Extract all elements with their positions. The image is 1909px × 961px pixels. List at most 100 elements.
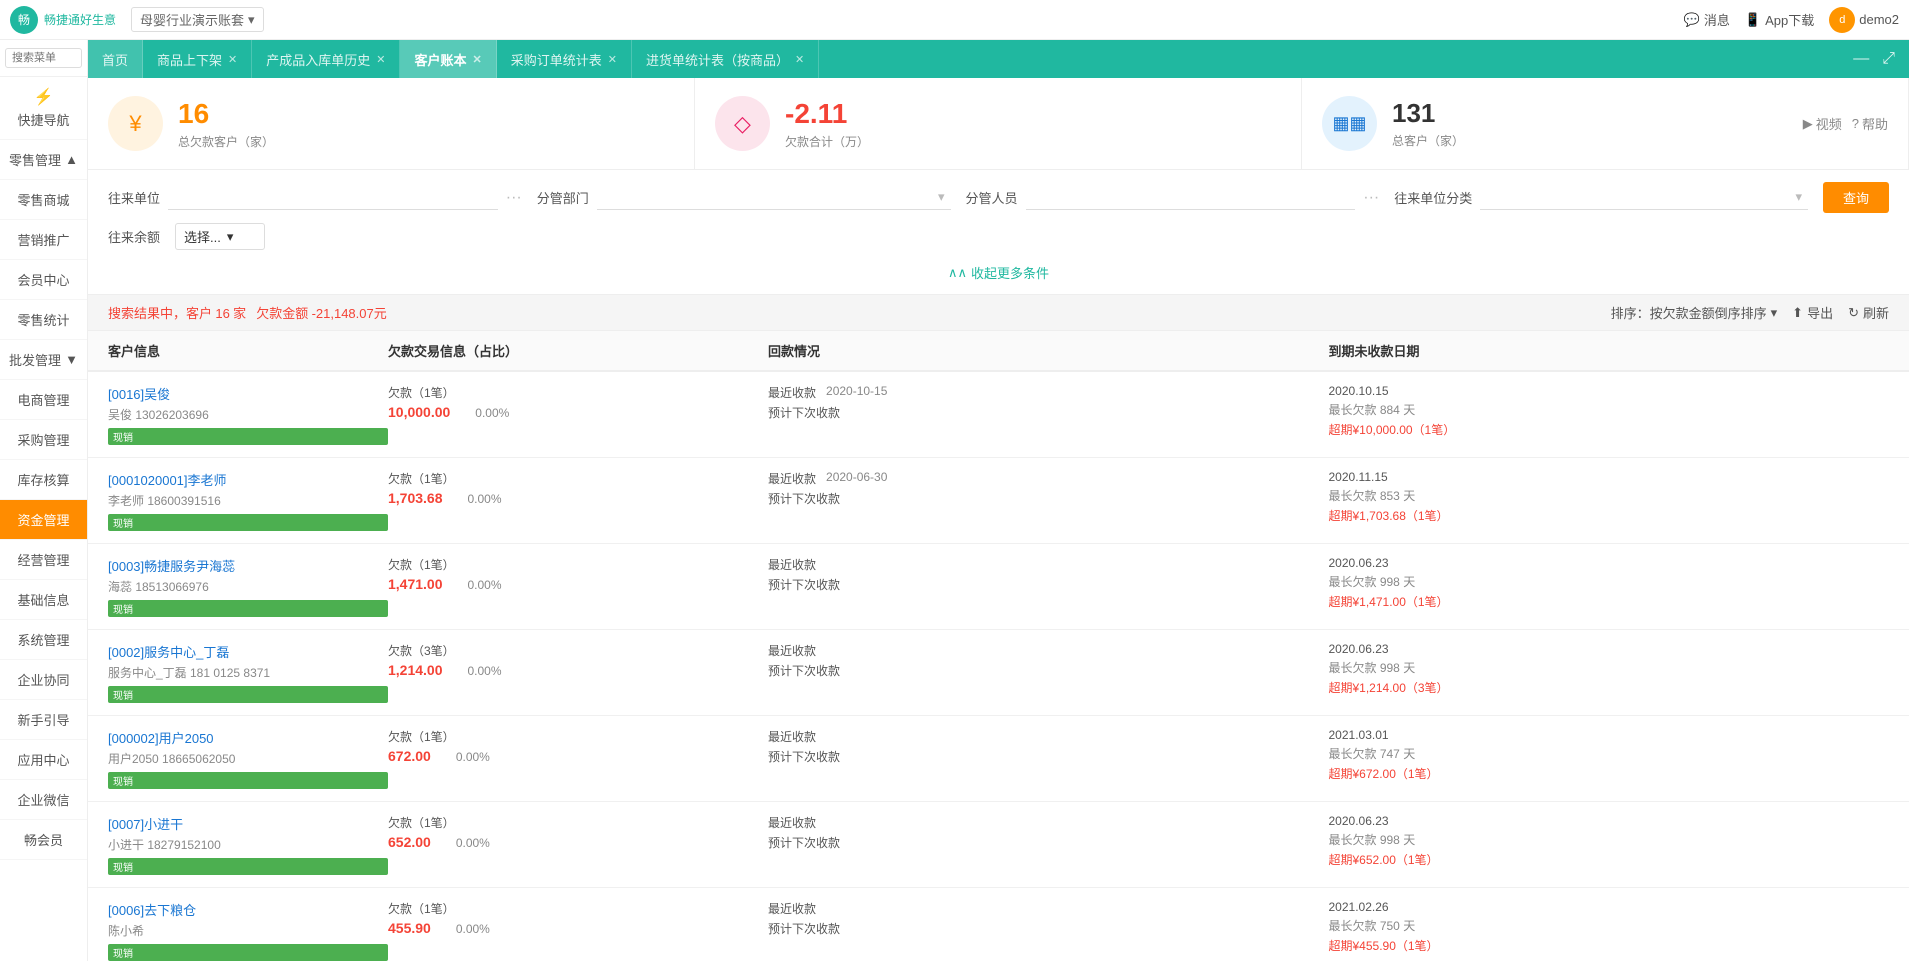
customer-tag-2: 现销 [108,600,388,617]
tab-product-history[interactable]: 产成品入库单历史 ✕ [252,40,400,78]
sidebar-item-quick-nav[interactable]: ⚡ 快捷导航 [0,77,87,140]
sidebar-label-enterprise-wx: 企业微信 [17,790,69,809]
sidebar-label-batch-mgmt: 批发管理 [9,350,61,369]
app-download-button[interactable]: 📱 App下载 [1745,10,1814,29]
export-button[interactable]: ⬆ 导出 [1792,303,1833,322]
filter-dept-select[interactable]: ▾ [597,185,951,210]
sidebar-item-marketing[interactable]: 营销推广 [0,220,87,260]
tab-customer-account-label: 客户账本 [414,50,466,69]
customer-name-1[interactable]: [0001020001]李老师 [108,470,388,489]
search-input[interactable] [5,48,82,68]
overdue-amount-1[interactable]: 超期¥1,703.68（1笔） [1329,507,1890,524]
sidebar-item-retail-mgmt[interactable]: 零售管理 ▲ [0,140,87,180]
tab-bar: 首页 商品上下架 ✕ 产成品入库单历史 ✕ 客户账本 ✕ 采购订单统计表 ✕ [88,40,1909,78]
overdue-amount-2[interactable]: 超期¥1,471.00（1笔） [1329,593,1890,610]
result-customer-count: 16 [215,306,229,321]
refresh-icon: ↻ [1848,305,1859,321]
customer-phone-4: 用户2050 18665062050 [108,750,388,767]
overdue-amount-5[interactable]: 超期¥652.00（1笔） [1329,851,1890,868]
sort-arrow: ▾ [1771,305,1778,321]
stat-card-actions: ▶ 视频 ? 帮助 [1803,114,1888,133]
video-button[interactable]: ▶ 视频 [1803,114,1842,133]
collapse-button[interactable]: ∧∧ 收起更多条件 [948,263,1049,282]
filter-category-select[interactable]: ▾ [1480,185,1808,210]
sidebar-item-purchase[interactable]: 采购管理 [0,420,87,460]
tab-product-history-label: 产成品入库单历史 [266,50,370,69]
sidebar-item-retail-mall[interactable]: 零售商城 [0,180,87,220]
filter-area: 往来单位 ··· 分管部门 ▾ 分管人员 [88,170,1909,295]
sidebar-item-enterprise-wx[interactable]: 企业微信 [0,780,87,820]
customer-phone-1: 李老师 18600391516 [108,492,388,509]
phone-icon: 📱 [1745,12,1761,28]
filter-person-dots: ··· [1363,189,1379,207]
sidebar-item-inventory[interactable]: 库存核算 [0,460,87,500]
sidebar-item-batch-mgmt[interactable]: 批发管理 ▼ [0,340,87,380]
table-header: 客户信息 欠款交易信息（占比） 回款情况 到期未收款日期 [88,331,1909,372]
customer-name-4[interactable]: [000002]用户2050 [108,728,388,747]
user-avatar-area[interactable]: d demo2 [1829,7,1899,33]
tab-import-stats[interactable]: 进货单统计表（按商品） ✕ [632,40,819,78]
customer-name-2[interactable]: [0003]畅捷服务尹海蕊 [108,556,388,575]
tab-purchase-stats-close[interactable]: ✕ [608,53,617,66]
help-button[interactable]: ? 帮助 [1852,114,1888,133]
due-days-2: 最长欠款 998 天 [1329,573,1890,590]
repay-next-6: 预计下次收款 [768,920,1329,937]
filter-balance-select[interactable]: 选择... ▾ [175,223,265,250]
message-button[interactable]: 💬 消息 [1684,10,1730,29]
stat-card-total-customers: ▦▦ 131 总客户（家） ▶ 视频 ? 帮助 [1302,78,1909,169]
filter-person-input[interactable] [1026,186,1356,210]
customer-name-0[interactable]: [0016]吴俊 [108,384,388,403]
sidebar-item-enterprise-coop[interactable]: 企业协同 [0,660,87,700]
sidebar-item-operation[interactable]: 经营管理 [0,540,87,580]
tab-import-stats-close[interactable]: ✕ [795,53,804,66]
sidebar-item-ecommerce[interactable]: 电商管理 [0,380,87,420]
debt-amount-3: 1,214.00 [388,662,443,678]
tab-product-off[interactable]: 商品上下架 ✕ [143,40,252,78]
repay-next-0: 预计下次收款 [768,404,1329,421]
sidebar-item-vip[interactable]: 畅会员 [0,820,87,860]
tab-home[interactable]: 首页 [88,40,143,78]
repay-next-3: 预计下次收款 [768,662,1329,679]
query-button[interactable]: 查询 [1823,182,1889,213]
sidebar-item-basic-info[interactable]: 基础信息 [0,580,87,620]
tab-collapse-button[interactable]: — [1849,48,1873,70]
overdue-amount-4[interactable]: 超期¥672.00（1笔） [1329,765,1890,782]
customer-phone-3: 服务中心_丁磊 181 0125 8371 [108,664,388,681]
tab-customer-account-close[interactable]: ✕ [473,53,482,66]
sidebar-item-new-guide[interactable]: 新手引导 [0,700,87,740]
tab-customer-account[interactable]: 客户账本 ✕ [400,40,496,78]
repay-info-4: 最近收款 预计下次收款 [768,728,1329,789]
customer-name-3[interactable]: [0002]服务中心_丁磊 [108,642,388,661]
tab-product-off-close[interactable]: ✕ [228,53,237,66]
customer-name-6[interactable]: [0006]去下粮仓 [108,900,388,919]
due-date-1: 2020.11.15 [1329,470,1890,484]
filter-unit-input[interactable] [168,186,498,210]
sort-selector[interactable]: 排序：按欠款金额倒序排序 ▾ [1611,303,1778,322]
table-row: [0016]吴俊 吴俊 13026203696 现销 欠款（1笔） 10,000… [88,372,1909,458]
sidebar-item-retail-stats[interactable]: 零售统计 [0,300,87,340]
debt-percent-4: 0.00% [456,750,490,764]
sidebar-item-system[interactable]: 系统管理 [0,620,87,660]
table-row: [0006]去下粮仓 陈小希 现销 欠款（1笔） 455.90 0.00% [88,888,1909,961]
customer-tag-0: 现销 [108,428,388,445]
sidebar-item-capital[interactable]: 资金管理 [0,500,87,540]
overdue-amount-0[interactable]: 超期¥10,000.00（1笔） [1329,421,1890,438]
due-date-4: 2021.03.01 [1329,728,1890,742]
repay-info-3: 最近收款 预计下次收款 [768,642,1329,703]
store-selector[interactable]: 母婴行业演示账套 ▾ [131,7,264,32]
debt-customers-number: 16 [178,98,274,130]
tab-product-history-close[interactable]: ✕ [376,53,385,66]
sidebar-item-member-center[interactable]: 会员中心 [0,260,87,300]
customer-name-5[interactable]: [0007]小进干 [108,814,388,833]
debt-info-1: 欠款（1笔） 1,703.68 0.00% [388,470,768,531]
debt-amount-0: 10,000.00 [388,404,450,420]
sidebar-item-app-center[interactable]: 应用中心 [0,740,87,780]
refresh-button[interactable]: ↻ 刷新 [1848,303,1889,322]
customer-info-3: [0002]服务中心_丁磊 服务中心_丁磊 181 0125 8371 现销 [108,642,388,703]
overdue-amount-3[interactable]: 超期¥1,214.00（3笔） [1329,679,1890,696]
overdue-amount-6[interactable]: 超期¥455.90（1笔） [1329,937,1890,954]
tab-expand-button[interactable]: ⤢ [1878,48,1899,70]
debt-amount-2: 1,471.00 [388,576,443,592]
tab-purchase-stats[interactable]: 采购订单统计表 ✕ [497,40,632,78]
logo-text: 畅捷通好生意 [44,11,116,28]
